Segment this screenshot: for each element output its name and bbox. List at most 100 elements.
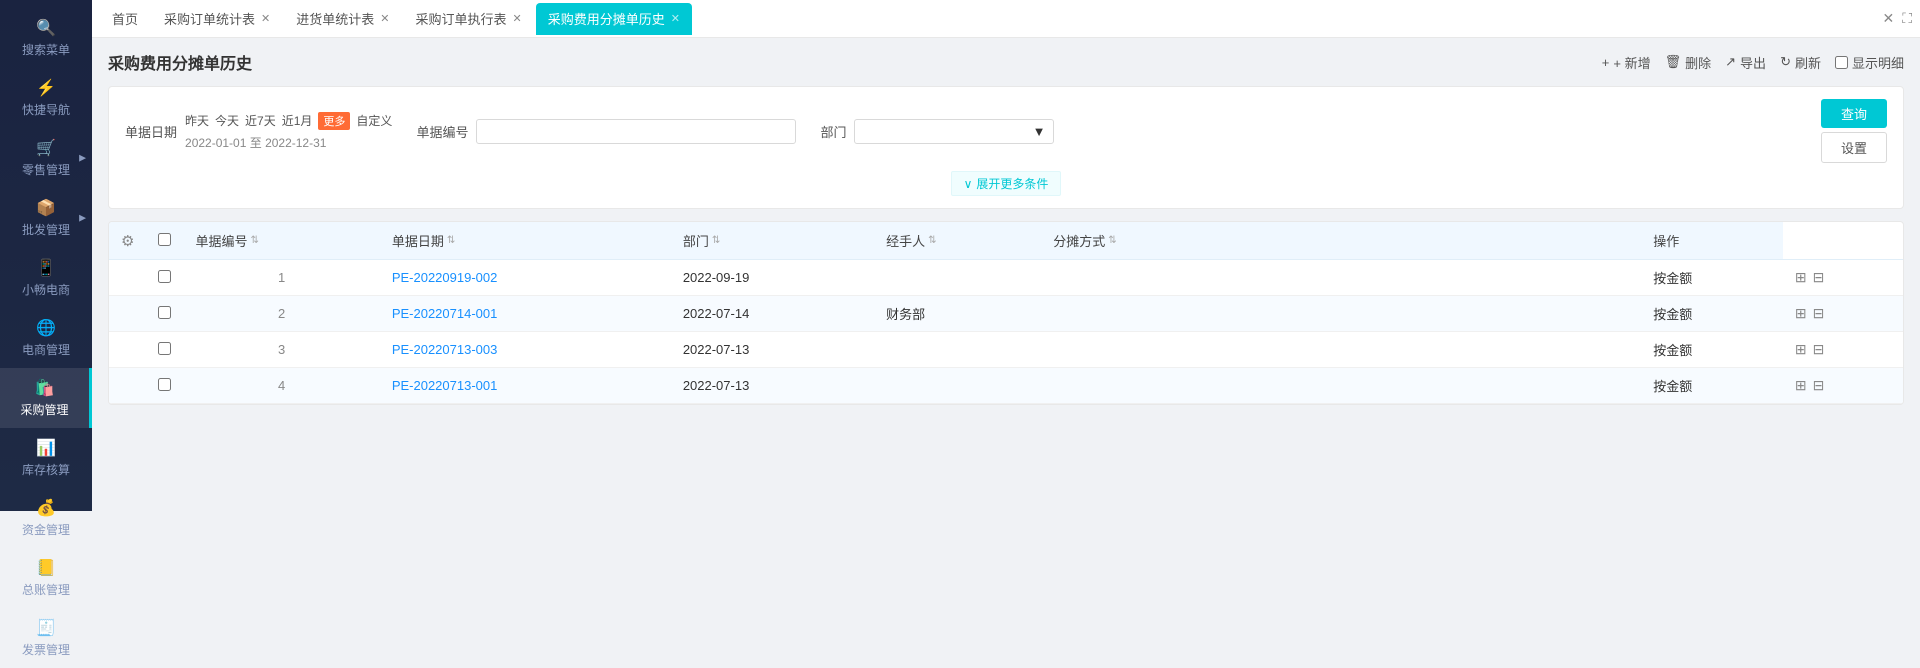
dept-search-field: 部门 ▼ [820,119,1054,144]
tab-close-icon[interactable]: ✕ [513,12,522,25]
tab-close-icon[interactable]: ✕ [671,12,680,25]
sidebar-item-ecom[interactable]: 🌐 电商管理 [0,308,92,368]
order-no-link[interactable]: PE-20220714-001 [392,306,498,321]
sidebar-item-search[interactable]: 🔍 搜索菜单 [0,8,92,68]
expand-more-area: ∨ 展开更多条件 [125,171,1887,196]
sidebar-item-retail[interactable]: 🛒 零售管理 ▶ [0,128,92,188]
shortcut-1month[interactable]: 近1月 [282,112,313,129]
globe-icon: 🌐 [4,318,88,338]
sidebar-item-label: 采购管理 [20,403,68,417]
tab-purchase-goods-stats[interactable]: 进货单统计表 ✕ [284,3,401,35]
export-icon: ↗ [1725,54,1736,70]
more-icon[interactable]: ⊟ [1813,305,1825,322]
tab-purchase-order-stats[interactable]: 采购订单统计表 ✕ [152,3,282,35]
show-detail-checkbox[interactable] [1835,56,1848,69]
sidebar-item-ledger[interactable]: 📒 总账管理 [0,548,92,608]
dept-select[interactable]: ▼ [854,119,1054,144]
sidebar-item-invoice[interactable]: 🧾 发票管理 [0,608,92,668]
edit-icon[interactable]: ⊞ [1795,377,1807,394]
book-icon: 📒 [4,558,88,578]
more-icon[interactable]: ⊟ [1813,269,1825,286]
sidebar-item-finance[interactable]: 💰 资金管理 [0,488,92,548]
row-checkbox[interactable] [158,378,171,391]
row-order-no: PE-20220919-002 [380,260,671,296]
sort-icon[interactable]: ⇅ [928,235,936,246]
close-icon[interactable]: ✕ [1882,10,1894,27]
tab-close-icon[interactable]: ✕ [380,12,389,25]
select-all-checkbox[interactable] [158,233,171,246]
sidebar-item-label: 搜索菜单 [22,43,70,57]
tab-bar: 首页 采购订单统计表 ✕ 进货单统计表 ✕ 采购订单执行表 ✕ 采购费用分摊单历… [92,0,1920,38]
col-sort-order-no: 单据编号 ⇅ [195,231,258,250]
date-range-input[interactable]: 2022-01-01 至 2022-12-31 [185,134,392,151]
row-dept [874,368,1041,404]
tab-close-icon[interactable]: ✕ [261,12,270,25]
search-button[interactable]: 查询 [1821,99,1887,128]
row-checkbox[interactable] [158,270,171,283]
order-no-input[interactable] [476,119,796,144]
sort-icon[interactable]: ⇅ [447,235,455,246]
sidebar-item-label: 快捷导航 [22,103,70,117]
more-icon[interactable]: ⊟ [1813,341,1825,358]
col-sort-dept: 部门 ⇅ [683,231,720,250]
chevron-right-icon: ▶ [79,153,86,164]
sort-icon[interactable]: ⇅ [250,235,258,246]
row-checkbox-cell [146,296,183,332]
col-label: 操作 [1653,234,1679,249]
sort-icon[interactable]: ⇅ [712,235,720,246]
shortcut-yesterday[interactable]: 昨天 [185,112,209,129]
col-sort-split-method: 分摊方式 ⇅ [1053,231,1116,250]
gear-icon[interactable]: ⚙ [121,233,134,250]
sidebar-item-wholesale[interactable]: 📦 批发管理 ▶ [0,188,92,248]
row-date: 2022-07-14 [671,296,874,332]
cart-icon: 🛒 [4,138,88,158]
shortcut-today[interactable]: 今天 [215,112,239,129]
sidebar-item-mini-ecom[interactable]: 📱 小畅电商 [0,248,92,308]
tab-label: 首页 [112,9,138,28]
row-date: 2022-09-19 [671,260,874,296]
order-no-link[interactable]: PE-20220919-002 [392,270,498,285]
more-icon[interactable]: ⊟ [1813,377,1825,394]
shortcut-more[interactable]: 更多 [318,112,350,130]
sidebar-item-label: 批发管理 [22,223,70,237]
sort-icon[interactable]: ⇅ [1108,235,1116,246]
tab-label: 采购订单统计表 [164,9,255,28]
add-label: + 新增 [1613,53,1650,72]
edit-icon[interactable]: ⊞ [1795,341,1807,358]
row-actions: ⊞ ⊟ [1783,260,1903,296]
settings-button[interactable]: 设置 [1821,132,1887,163]
row-settings [109,260,146,296]
fullscreen-icon[interactable]: ⛶ [1902,10,1912,27]
delete-button[interactable]: 🗑 删除 [1665,53,1712,72]
order-no-link[interactable]: PE-20220713-001 [392,378,498,393]
sidebar-item-inventory[interactable]: 📊 库存核算 [0,428,92,488]
expand-more-button[interactable]: ∨ 展开更多条件 [951,171,1062,196]
shortcut-7days[interactable]: 近7天 [245,112,276,129]
search-area: 单据日期 昨天 今天 近7天 近1月 更多 自定义 2022-01-01 至 2… [108,86,1904,209]
search-row: 单据日期 昨天 今天 近7天 近1月 更多 自定义 2022-01-01 至 2… [125,99,1887,163]
tab-home[interactable]: 首页 [100,3,150,35]
edit-icon[interactable]: ⊞ [1795,305,1807,322]
tab-label: 采购订单执行表 [415,9,506,28]
export-button[interactable]: ↗ 导出 [1725,53,1766,72]
col-checkbox [146,222,183,260]
row-dept [874,260,1041,296]
delete-icon: 🗑 [1665,54,1682,70]
tab-purchase-order-exec[interactable]: 采购订单执行表 ✕ [403,3,533,35]
search-buttons: 查询 设置 [1821,99,1887,163]
row-checkbox[interactable] [158,306,171,319]
table-container: ⚙ 单据编号 ⇅ 单据日期 [108,221,1904,405]
tab-purchase-cost-history[interactable]: 采购费用分摊单历史 ✕ [536,3,692,35]
edit-icon[interactable]: ⊞ [1795,269,1807,286]
sidebar-item-quick-nav[interactable]: ⚡ 快捷导航 [0,68,92,128]
row-checkbox[interactable] [158,342,171,355]
row-split-method: 按金额 [1641,368,1783,404]
order-no-link[interactable]: PE-20220713-003 [392,342,498,357]
row-handler [1041,260,1641,296]
shortcut-custom[interactable]: 自定义 [356,112,392,129]
sidebar-item-purchase[interactable]: 🛍️ 采购管理 [0,368,92,428]
row-order-no: PE-20220713-003 [380,332,671,368]
refresh-button[interactable]: ↻ 刷新 [1780,53,1821,72]
sidebar-item-label: 资金管理 [22,523,70,537]
add-button[interactable]: + + 新增 [1602,53,1651,72]
